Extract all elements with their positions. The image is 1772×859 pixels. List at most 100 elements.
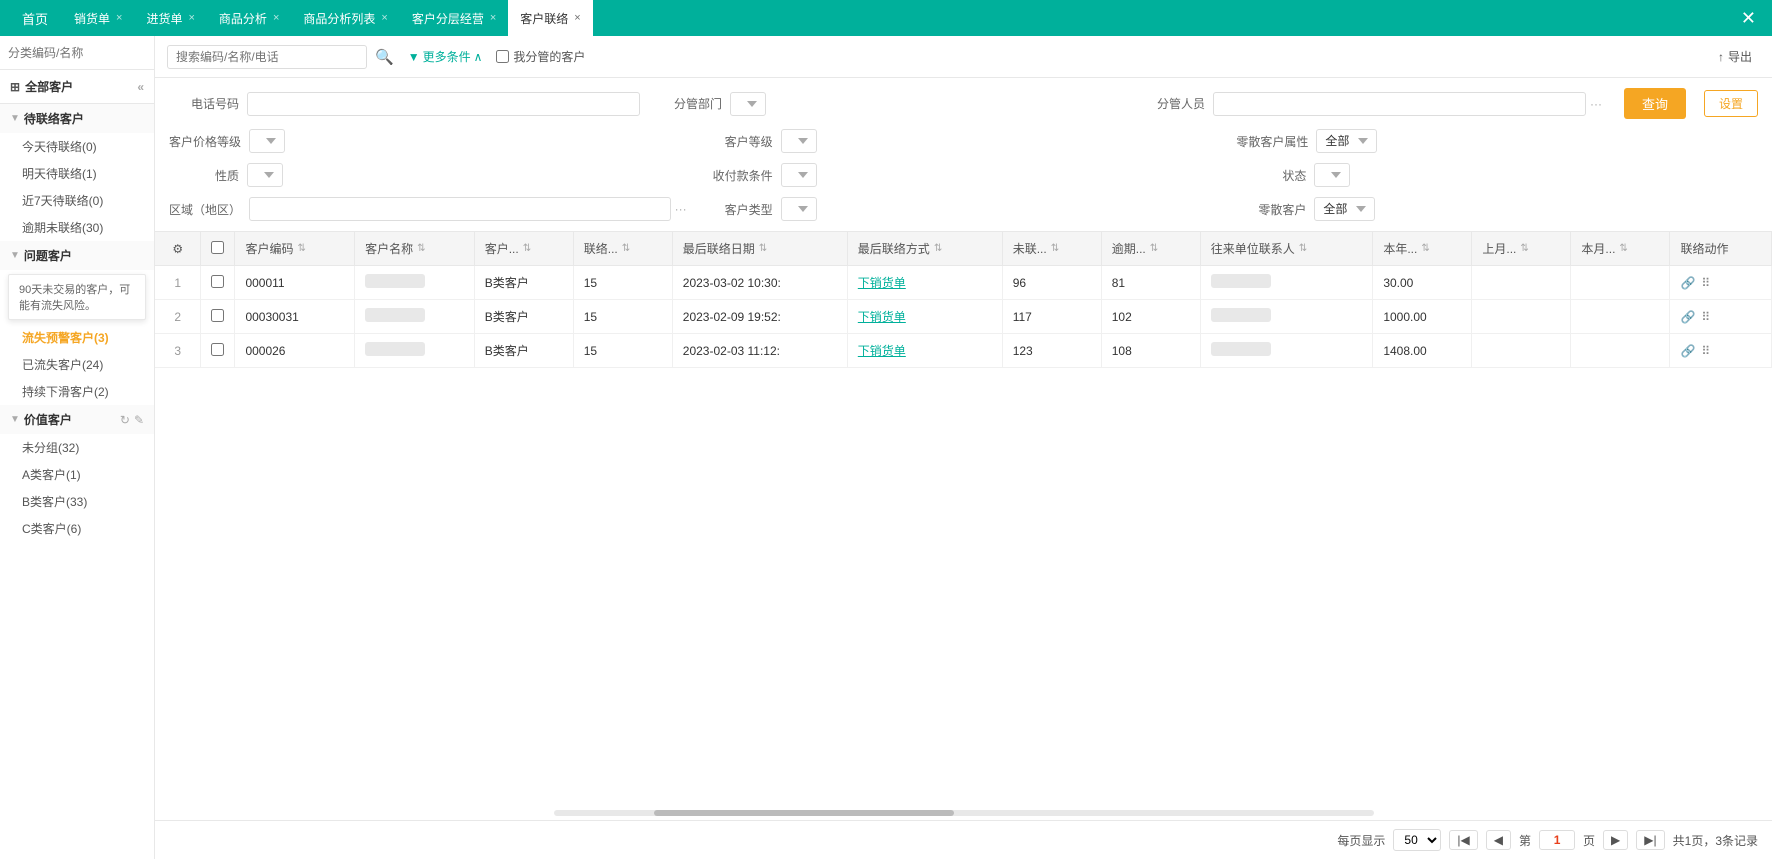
sort-icon-contact[interactable]: ⇅ [622, 243, 630, 254]
close-tab-sales[interactable]: × [116, 12, 122, 24]
more-action-icon[interactable]: ⠿ [1701, 344, 1710, 358]
window-close-button[interactable]: ✕ [1733, 8, 1764, 29]
page-next-button[interactable]: ▶ [1603, 830, 1628, 850]
row-checkbox-cell[interactable] [201, 266, 235, 300]
refresh-icon[interactable]: ↻ [120, 413, 130, 427]
sidebar-search-input[interactable] [8, 46, 155, 60]
more-action-icon[interactable]: ⠿ [1701, 276, 1710, 290]
row-checkbox[interactable] [211, 343, 224, 356]
close-tab-product-analysis[interactable]: × [273, 12, 279, 24]
close-tab-product-list[interactable]: × [381, 12, 387, 24]
select-all-checkbox[interactable] [211, 241, 224, 254]
row-action[interactable]: 🔗 ⠿ [1670, 300, 1772, 334]
tab-home[interactable]: 首页 [8, 9, 62, 28]
row-level: B类客户 [474, 266, 573, 300]
sort-icon-this-month[interactable]: ⇅ [1619, 243, 1627, 254]
sort-icon-last-method[interactable]: ⇅ [934, 243, 942, 254]
status-select[interactable] [1314, 163, 1350, 187]
group-label-pending: 待联络客户 [24, 110, 144, 127]
tab-purchase[interactable]: 进货单 × [134, 0, 206, 36]
row-checkbox[interactable] [211, 309, 224, 322]
row-last-method[interactable]: 下销货单 [847, 300, 1002, 334]
tab-customer-tier[interactable]: 客户分层经营 × [400, 0, 508, 36]
customer-type-select[interactable] [781, 197, 817, 221]
close-tab-purchase[interactable]: × [188, 12, 194, 24]
sidebar-item-declining[interactable]: 持续下滑客户(2) [0, 378, 154, 405]
zero-customer-select[interactable]: 全部 [1314, 197, 1375, 221]
link-action-icon[interactable]: 🔗 [1680, 310, 1695, 324]
sort-icon-uncontacted[interactable]: ⇅ [1051, 243, 1059, 254]
person-input[interactable] [1213, 92, 1586, 116]
row-last-method[interactable]: 下销货单 [847, 266, 1002, 300]
tab-sales[interactable]: 销货单 × [62, 0, 134, 36]
sidebar-item-a-class[interactable]: A类客户(1) [0, 461, 154, 488]
tab-customer-contact[interactable]: 客户联络 × [508, 0, 592, 36]
link-action-icon[interactable]: 🔗 [1680, 276, 1695, 290]
row-action[interactable]: 🔗 ⠿ [1670, 266, 1772, 300]
edit-icon[interactable]: ✎ [134, 413, 144, 427]
sort-icon-code[interactable]: ⇅ [297, 243, 305, 254]
price-level-select[interactable] [249, 129, 285, 153]
col-settings[interactable]: ⚙ [155, 232, 201, 266]
sidebar-item-week[interactable]: 近7天待联络(0) [0, 187, 154, 214]
sidebar-all-customers[interactable]: ⊞ 全部客户 « [0, 70, 154, 104]
close-tab-customer-tier[interactable]: × [490, 12, 496, 24]
col-last-date: 最后联络日期⇅ [672, 232, 847, 266]
person-label: 分管人员 [1135, 95, 1205, 112]
sort-icon-this-year[interactable]: ⇅ [1421, 243, 1429, 254]
collapse-sidebar-icon[interactable]: « [137, 80, 144, 94]
row-checkbox-cell[interactable] [201, 300, 235, 334]
group-label-problem: 问题客户 [24, 247, 144, 264]
tab-product-list[interactable]: 商品分析列表 × [291, 0, 399, 36]
page-number-input[interactable] [1539, 830, 1575, 850]
row-last-method[interactable]: 下销货单 [847, 334, 1002, 368]
sidebar-item-today[interactable]: 今天待联络(0) [0, 133, 154, 160]
search-button[interactable]: 🔍 [375, 48, 394, 66]
export-button[interactable]: ↑ 导出 [1710, 44, 1760, 69]
customer-level-select[interactable] [781, 129, 817, 153]
close-tab-customer-contact[interactable]: × [574, 12, 580, 24]
sidebar-item-ungroup[interactable]: 未分组(32) [0, 434, 154, 461]
phone-input[interactable] [247, 92, 640, 116]
page-prev-button[interactable]: ◀ [1486, 830, 1511, 850]
sort-icon-contact-person[interactable]: ⇅ [1299, 243, 1307, 254]
sort-icon-last-date[interactable]: ⇅ [759, 243, 767, 254]
zero-attr-select[interactable]: 全部 [1316, 129, 1377, 153]
sidebar-item-b-class[interactable]: B类客户(33) [0, 488, 154, 515]
region-more-icon[interactable]: ··· [671, 202, 691, 216]
horizontal-scrollbar[interactable] [155, 806, 1772, 820]
region-input[interactable] [249, 197, 671, 221]
my-customers-checkbox[interactable] [496, 50, 509, 63]
more-conditions-button[interactable]: ▼ 更多条件 ∧ [402, 44, 489, 69]
sidebar-group-pending[interactable]: ▼ 待联络客户 [0, 104, 154, 133]
row-checkbox[interactable] [211, 275, 224, 288]
link-action-icon[interactable]: 🔗 [1680, 344, 1695, 358]
sidebar-group-problem[interactable]: ▼ 问题客户 [0, 241, 154, 270]
sidebar-item-overdue[interactable]: 逾期未联络(30) [0, 214, 154, 241]
gender-select[interactable] [247, 163, 283, 187]
sidebar-item-tomorrow[interactable]: 明天待联络(1) [0, 160, 154, 187]
tab-product-analysis[interactable]: 商品分析 × [207, 0, 291, 36]
col-checkbox[interactable] [201, 232, 235, 266]
more-action-icon[interactable]: ⠿ [1701, 310, 1710, 324]
row-action[interactable]: 🔗 ⠿ [1670, 334, 1772, 368]
person-more-icon[interactable]: ··· [1586, 97, 1606, 111]
payment-select[interactable] [781, 163, 817, 187]
sort-icon-overdue[interactable]: ⇅ [1150, 243, 1158, 254]
page-last-button[interactable]: ▶| [1636, 830, 1664, 850]
dept-select[interactable] [730, 92, 766, 116]
settings-button[interactable]: 设置 [1704, 90, 1758, 117]
query-button[interactable]: 查询 [1624, 88, 1686, 119]
sort-icon-name[interactable]: ⇅ [417, 243, 425, 254]
sidebar-group-value[interactable]: ▼ 价值客户 ↻ ✎ [0, 405, 154, 434]
sidebar-item-churn-warning[interactable]: 流失预警客户(3) [0, 324, 154, 351]
sort-icon-level[interactable]: ⇅ [523, 243, 531, 254]
search-input[interactable] [167, 45, 367, 69]
page-first-button[interactable]: |◀ [1449, 830, 1477, 850]
sidebar-item-c-class[interactable]: C类客户(6) [0, 515, 154, 542]
sidebar-item-churned[interactable]: 已流失客户(24) [0, 351, 154, 378]
page-size-select[interactable]: 50 [1393, 829, 1441, 851]
sort-icon-last-month[interactable]: ⇅ [1520, 243, 1528, 254]
my-customers-checkbox-label[interactable]: 我分管的客户 [496, 48, 585, 65]
row-checkbox-cell[interactable] [201, 334, 235, 368]
